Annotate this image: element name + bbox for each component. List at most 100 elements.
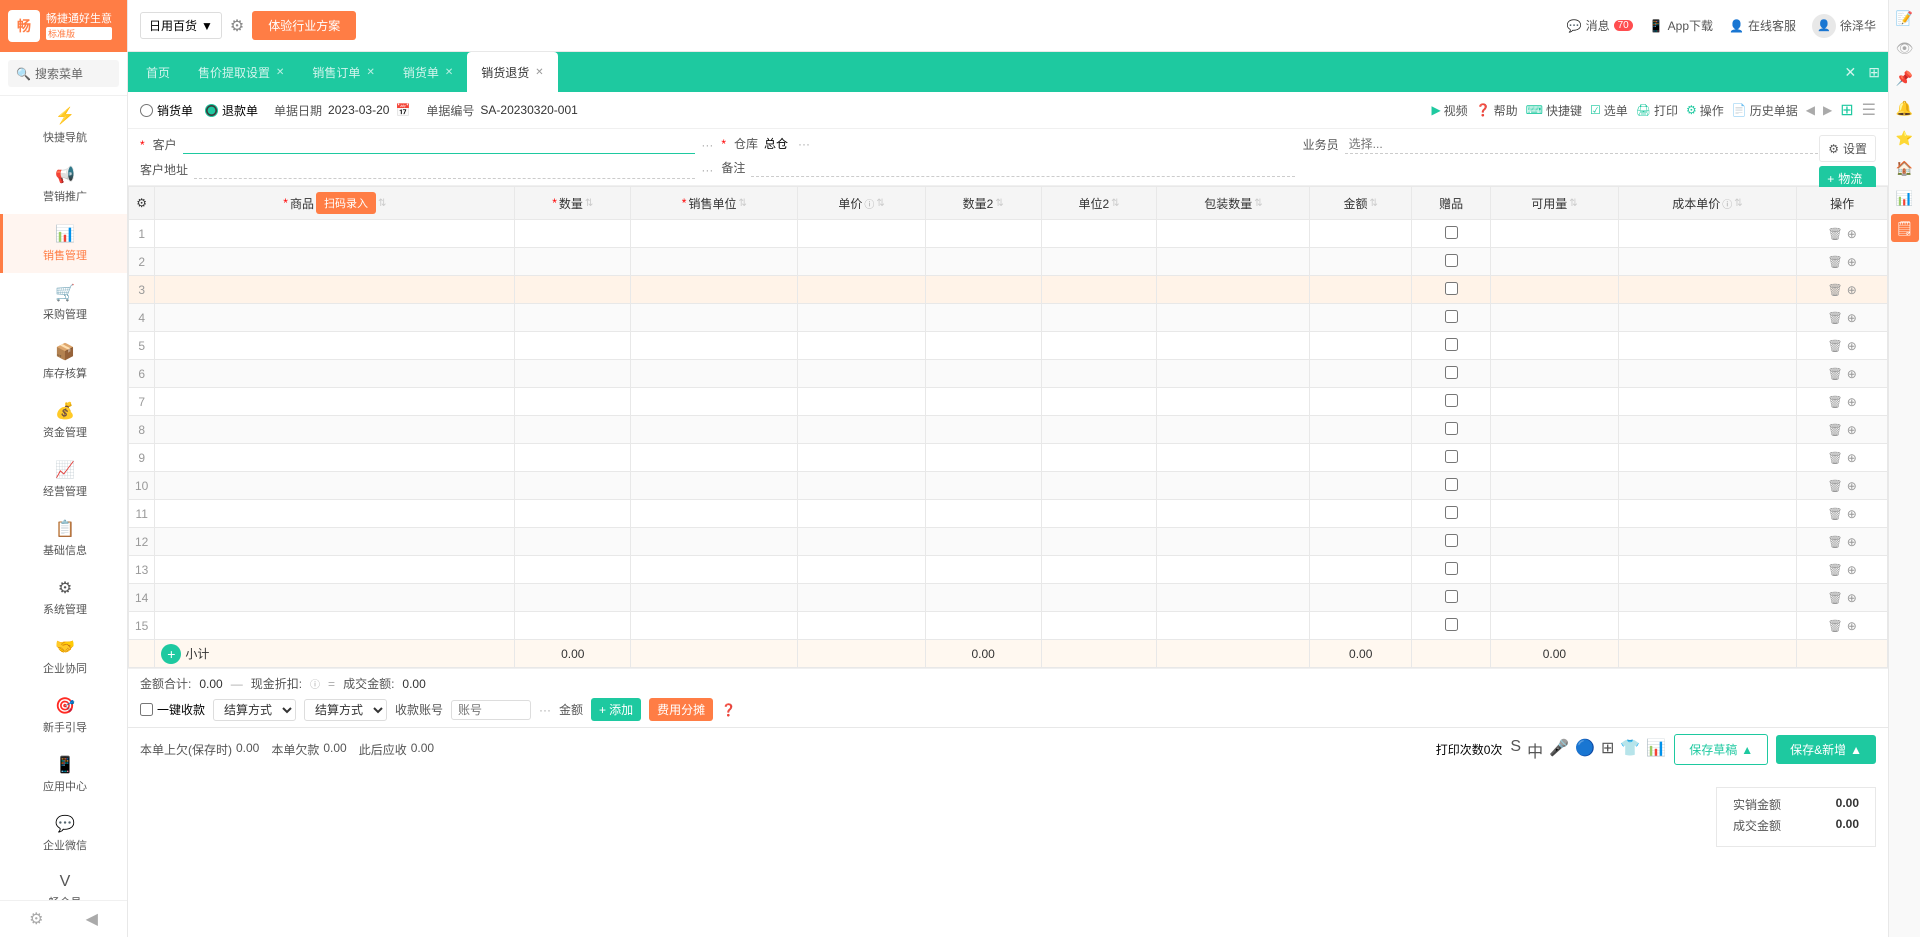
sidebar-item-marketing[interactable]: 📢 营销推广 (0, 155, 127, 214)
select-btn[interactable]: ☑ 选单 (1590, 102, 1628, 119)
gift-checkbox[interactable] (1445, 478, 1458, 491)
sidebar-item-system[interactable]: ⚙ 系统管理 (0, 568, 127, 627)
gift-checkbox[interactable] (1445, 534, 1458, 547)
category-select[interactable]: 日用百货 ▼ (140, 12, 222, 39)
tab-sales-return[interactable]: 销货退货 ✕ (467, 52, 557, 92)
unit-price-cell[interactable] (798, 388, 925, 416)
amount-cell[interactable] (1310, 332, 1412, 360)
col-sales-unit-sort-icon[interactable]: ⇅ (738, 198, 746, 209)
gift-cell[interactable] (1412, 612, 1491, 640)
cost-price-cell[interactable] (1618, 220, 1797, 248)
help-btn[interactable]: ❓ 帮助 (1476, 102, 1518, 119)
product-cell[interactable] (155, 304, 515, 332)
col-unit-price-sort-icon[interactable]: ⇅ (876, 198, 884, 209)
sales-unit-cell[interactable] (631, 388, 798, 416)
qty2-cell[interactable] (925, 360, 1041, 388)
amount-cell[interactable] (1310, 248, 1412, 276)
settlement-method-select[interactable]: 结算方式 (213, 699, 296, 721)
copy-row-icon[interactable]: ⊕ (1847, 563, 1857, 577)
unit-price-cell[interactable] (798, 220, 925, 248)
delete-row-icon[interactable]: 🗑 (1827, 367, 1842, 381)
sales-unit-cell[interactable] (631, 332, 798, 360)
available-cell[interactable] (1491, 472, 1618, 500)
unit-price-cell[interactable] (798, 612, 925, 640)
copy-row-icon[interactable]: ⊕ (1847, 451, 1857, 465)
gift-cell[interactable] (1412, 472, 1491, 500)
sidebar-item-enterprise[interactable]: 🤝 企业协同 (0, 627, 127, 686)
pack-qty-cell[interactable] (1157, 332, 1310, 360)
unit-price-cell[interactable] (798, 248, 925, 276)
quantity-cell[interactable] (515, 500, 631, 528)
right-panel-btn-8[interactable]: 🗒 (1891, 214, 1919, 242)
unit2-cell[interactable] (1041, 500, 1157, 528)
gift-cell[interactable] (1412, 528, 1491, 556)
col-unit2-sort-icon[interactable]: ⇅ (1111, 198, 1119, 209)
cost-price-cell[interactable] (1618, 304, 1797, 332)
quantity-cell[interactable] (515, 332, 631, 360)
cost-price-cell[interactable] (1618, 612, 1797, 640)
radio-return-invoice[interactable]: 退款单 (205, 102, 258, 119)
gift-cell[interactable] (1412, 248, 1491, 276)
available-cell[interactable] (1491, 248, 1618, 276)
gift-cell[interactable] (1412, 556, 1491, 584)
unit2-cell[interactable] (1041, 332, 1157, 360)
product-cell[interactable] (155, 528, 515, 556)
toolbar-icon-7[interactable]: 📊 (1646, 738, 1666, 762)
cost-price-cell[interactable] (1618, 332, 1797, 360)
unit2-cell[interactable] (1041, 444, 1157, 472)
customer-input[interactable] (183, 135, 696, 154)
sidebar-item-inventory[interactable]: 📦 库存核算 (0, 332, 127, 391)
cost-price-cell[interactable] (1618, 248, 1797, 276)
right-panel-btn-4[interactable]: 🔔 (1891, 94, 1919, 122)
delete-row-icon[interactable]: 🗑 (1827, 423, 1842, 437)
cost-price-cell[interactable] (1618, 388, 1797, 416)
gift-checkbox[interactable] (1445, 422, 1458, 435)
copy-row-icon[interactable]: ⊕ (1847, 479, 1857, 493)
operations-btn[interactable]: ⚙ 操作 (1686, 102, 1724, 119)
qty2-cell[interactable] (925, 556, 1041, 584)
col-quantity-sort-icon[interactable]: ⇅ (585, 198, 593, 209)
product-cell[interactable] (155, 332, 515, 360)
gift-cell[interactable] (1412, 500, 1491, 528)
available-cell[interactable] (1491, 444, 1618, 472)
pack-qty-cell[interactable] (1157, 360, 1310, 388)
online-service-button[interactable]: 👤 在线客服 (1729, 17, 1796, 34)
form-settings-btn[interactable]: ⚙ 设置 (1819, 135, 1876, 162)
delete-row-icon[interactable]: 🗑 (1827, 535, 1842, 549)
quantity-cell[interactable] (515, 388, 631, 416)
pack-qty-cell[interactable] (1157, 584, 1310, 612)
unit2-cell[interactable] (1041, 304, 1157, 332)
copy-row-icon[interactable]: ⊕ (1847, 311, 1857, 325)
unit-price-cell[interactable] (798, 304, 925, 332)
copy-row-icon[interactable]: ⊕ (1847, 283, 1857, 297)
available-cell[interactable] (1491, 304, 1618, 332)
product-cell[interactable] (155, 360, 515, 388)
product-cell[interactable] (155, 220, 515, 248)
qty2-cell[interactable] (925, 416, 1041, 444)
sales-unit-cell[interactable] (631, 528, 798, 556)
quantity-cell[interactable] (515, 528, 631, 556)
unit-price-cell[interactable] (798, 416, 925, 444)
unit2-cell[interactable] (1041, 388, 1157, 416)
amount-cell[interactable] (1310, 304, 1412, 332)
customer-address-picker-icon[interactable]: ··· (701, 163, 713, 177)
quantity-cell[interactable] (515, 444, 631, 472)
product-cell[interactable] (155, 444, 515, 472)
col-amount-sort-icon[interactable]: ⇅ (1370, 198, 1378, 209)
sales-unit-cell[interactable] (631, 304, 798, 332)
unit-price-cell[interactable] (798, 332, 925, 360)
sales-unit-cell[interactable] (631, 556, 798, 584)
unit2-cell[interactable] (1041, 416, 1157, 444)
amount-cell[interactable] (1310, 472, 1412, 500)
gift-checkbox[interactable] (1445, 226, 1458, 239)
tab-sales-order-close[interactable]: ✕ (366, 67, 374, 78)
quantity-cell[interactable] (515, 304, 631, 332)
gift-checkbox[interactable] (1445, 562, 1458, 575)
unit-price-cell[interactable] (798, 444, 925, 472)
unit-price-cell[interactable] (798, 472, 925, 500)
gift-checkbox[interactable] (1445, 450, 1458, 463)
gift-cell[interactable] (1412, 584, 1491, 612)
print-btn[interactable]: 🖨 打印 (1636, 102, 1678, 119)
amount-cell[interactable] (1310, 528, 1412, 556)
sales-unit-cell[interactable] (631, 612, 798, 640)
